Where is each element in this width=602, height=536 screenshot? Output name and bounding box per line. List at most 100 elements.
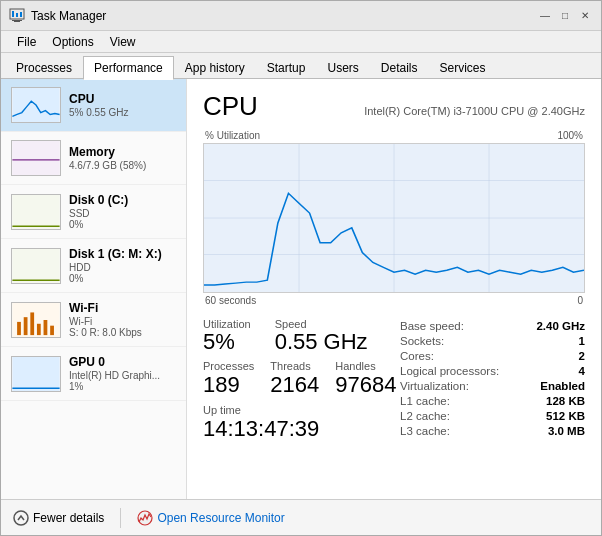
speed-value: 0.55 GHz: [275, 330, 368, 354]
threads-value: 2164: [270, 372, 319, 398]
disk0-sidebar-sub: SSD0%: [69, 208, 176, 230]
wifi-info: Wi-Fi Wi-FiS: 0 R: 8.0 Kbps: [69, 301, 176, 338]
disk1-sidebar-title: Disk 1 (G: M: X:): [69, 247, 176, 261]
fewer-details-label: Fewer details: [33, 511, 104, 525]
app-icon: [9, 8, 25, 24]
chevron-up-icon: [13, 510, 29, 526]
fewer-details-button[interactable]: Fewer details: [13, 510, 104, 526]
bottom-bar: Fewer details Open Resource Monitor: [1, 499, 601, 535]
tab-services[interactable]: Services: [429, 56, 497, 79]
cpu-sidebar-sub: 5% 0.55 GHz: [69, 107, 176, 118]
tab-processes[interactable]: Processes: [5, 56, 83, 79]
sidebar-item-memory[interactable]: Memory 4.6/7.9 GB (58%): [1, 132, 186, 185]
menu-file[interactable]: File: [9, 33, 44, 51]
handles-label: Handles: [335, 360, 396, 372]
task-manager-window: Task Manager — □ ✕ File Options View Pro…: [0, 0, 602, 536]
l1-row: L1 cache: 128 KB: [400, 395, 585, 407]
title-controls: — □ ✕: [537, 8, 593, 24]
sidebar-item-cpu[interactable]: CPU 5% 0.55 GHz: [1, 79, 186, 132]
sidebar: CPU 5% 0.55 GHz Memory 4.6/7.9 GB (58%): [1, 79, 187, 499]
tab-app-history[interactable]: App history: [174, 56, 256, 79]
sidebar-item-disk0[interactable]: Disk 0 (C:) SSD0%: [1, 185, 186, 239]
svg-rect-14: [37, 323, 41, 334]
gpu0-mini-chart: [12, 357, 60, 391]
sidebar-item-gpu0[interactable]: GPU 0 Intel(R) HD Graphi...1%: [1, 347, 186, 401]
left-stats: Utilization 5% Speed 0.55 GHz Process: [203, 318, 400, 442]
base-speed-label: Base speed:: [400, 320, 464, 332]
sidebar-item-disk1[interactable]: Disk 1 (G: M: X:) HDD0%: [1, 239, 186, 293]
tab-startup[interactable]: Startup: [256, 56, 317, 79]
processes-block: Processes 189: [203, 360, 254, 398]
cpu-header: CPU Intel(R) Core(TM) i3-7100U CPU @ 2.4…: [203, 91, 585, 122]
speed-block: Speed 0.55 GHz: [275, 318, 368, 354]
l2-row: L2 cache: 512 KB: [400, 410, 585, 422]
chart-section: % Utilization 100%: [203, 130, 585, 306]
stats-row-1: Utilization 5% Speed 0.55 GHz Process: [203, 318, 585, 442]
cpu-panel-subtitle: Intel(R) Core(TM) i3-7100U CPU @ 2.40GHz: [364, 105, 585, 117]
uptime-label: Up time: [203, 404, 400, 416]
sidebar-item-wifi[interactable]: Wi-Fi Wi-FiS: 0 R: 8.0 Kbps: [1, 293, 186, 347]
cpu-chart-svg: [204, 144, 584, 292]
svg-point-26: [138, 511, 152, 525]
memory-mini-chart: [12, 141, 60, 175]
sockets-row: Sockets: 1: [400, 335, 585, 347]
svg-rect-4: [16, 13, 18, 17]
disk1-info: Disk 1 (G: M: X:) HDD0%: [69, 247, 176, 284]
uptime-value: 14:13:47:39: [203, 416, 400, 442]
svg-rect-8: [12, 195, 59, 229]
wifi-thumb: [11, 302, 61, 338]
open-resource-monitor-button[interactable]: Open Resource Monitor: [137, 510, 284, 526]
memory-info: Memory 4.6/7.9 GB (58%): [69, 145, 176, 171]
resource-monitor-icon: [137, 510, 153, 526]
sockets-label: Sockets:: [400, 335, 444, 347]
wifi-sidebar-sub: Wi-FiS: 0 R: 8.0 Kbps: [69, 316, 176, 338]
processes-label: Processes: [203, 360, 254, 372]
y-max: 100%: [557, 130, 583, 141]
threads-label: Threads: [270, 360, 319, 372]
minimize-button[interactable]: —: [537, 8, 553, 24]
menu-options[interactable]: Options: [44, 33, 101, 51]
disk1-sidebar-sub: HDD0%: [69, 262, 176, 284]
logical-label: Logical processors:: [400, 365, 499, 377]
title-text: Task Manager: [31, 9, 106, 23]
wifi-mini-chart: [12, 303, 60, 337]
bottom-divider: [120, 508, 121, 528]
maximize-button[interactable]: □: [557, 8, 573, 24]
handles-block: Handles 97684: [335, 360, 396, 398]
memory-sidebar-title: Memory: [69, 145, 176, 159]
svg-rect-7: [12, 141, 59, 175]
tab-details[interactable]: Details: [370, 56, 429, 79]
x-right: 0: [577, 295, 583, 306]
y-label: % Utilization: [205, 130, 260, 141]
virt-row: Virtualization: Enabled: [400, 380, 585, 392]
cores-value: 2: [579, 350, 585, 362]
tab-users[interactable]: Users: [316, 56, 369, 79]
l3-label: L3 cache:: [400, 425, 450, 437]
util-speed-row: Utilization 5% Speed 0.55 GHz: [203, 318, 400, 354]
tab-bar: Processes Performance App history Startu…: [1, 53, 601, 79]
svg-rect-12: [24, 317, 28, 335]
menu-view[interactable]: View: [102, 33, 144, 51]
svg-rect-5: [20, 12, 22, 17]
l1-value: 128 KB: [546, 395, 585, 407]
cpu-thumb: [11, 87, 61, 123]
disk1-mini-chart: [12, 249, 60, 283]
logical-value: 4: [579, 365, 585, 377]
svg-point-25: [14, 511, 28, 525]
close-button[interactable]: ✕: [577, 8, 593, 24]
cpu-main-panel: CPU Intel(R) Core(TM) i3-7100U CPU @ 2.4…: [187, 79, 601, 499]
l3-row: L3 cache: 3.0 MB: [400, 425, 585, 437]
logical-row: Logical processors: 4: [400, 365, 585, 377]
disk0-mini-chart: [12, 195, 60, 229]
menu-bar: File Options View: [1, 31, 601, 53]
disk1-thumb: [11, 248, 61, 284]
svg-rect-11: [17, 321, 21, 334]
title-bar-left: Task Manager: [9, 8, 106, 24]
l3-value: 3.0 MB: [548, 425, 585, 437]
base-speed-row: Base speed: 2.40 GHz: [400, 320, 585, 332]
tab-performance[interactable]: Performance: [83, 56, 174, 80]
disk0-sidebar-title: Disk 0 (C:): [69, 193, 176, 207]
base-speed-value: 2.40 GHz: [536, 320, 585, 332]
threads-block: Threads 2164: [270, 360, 319, 398]
svg-rect-3: [12, 11, 14, 17]
